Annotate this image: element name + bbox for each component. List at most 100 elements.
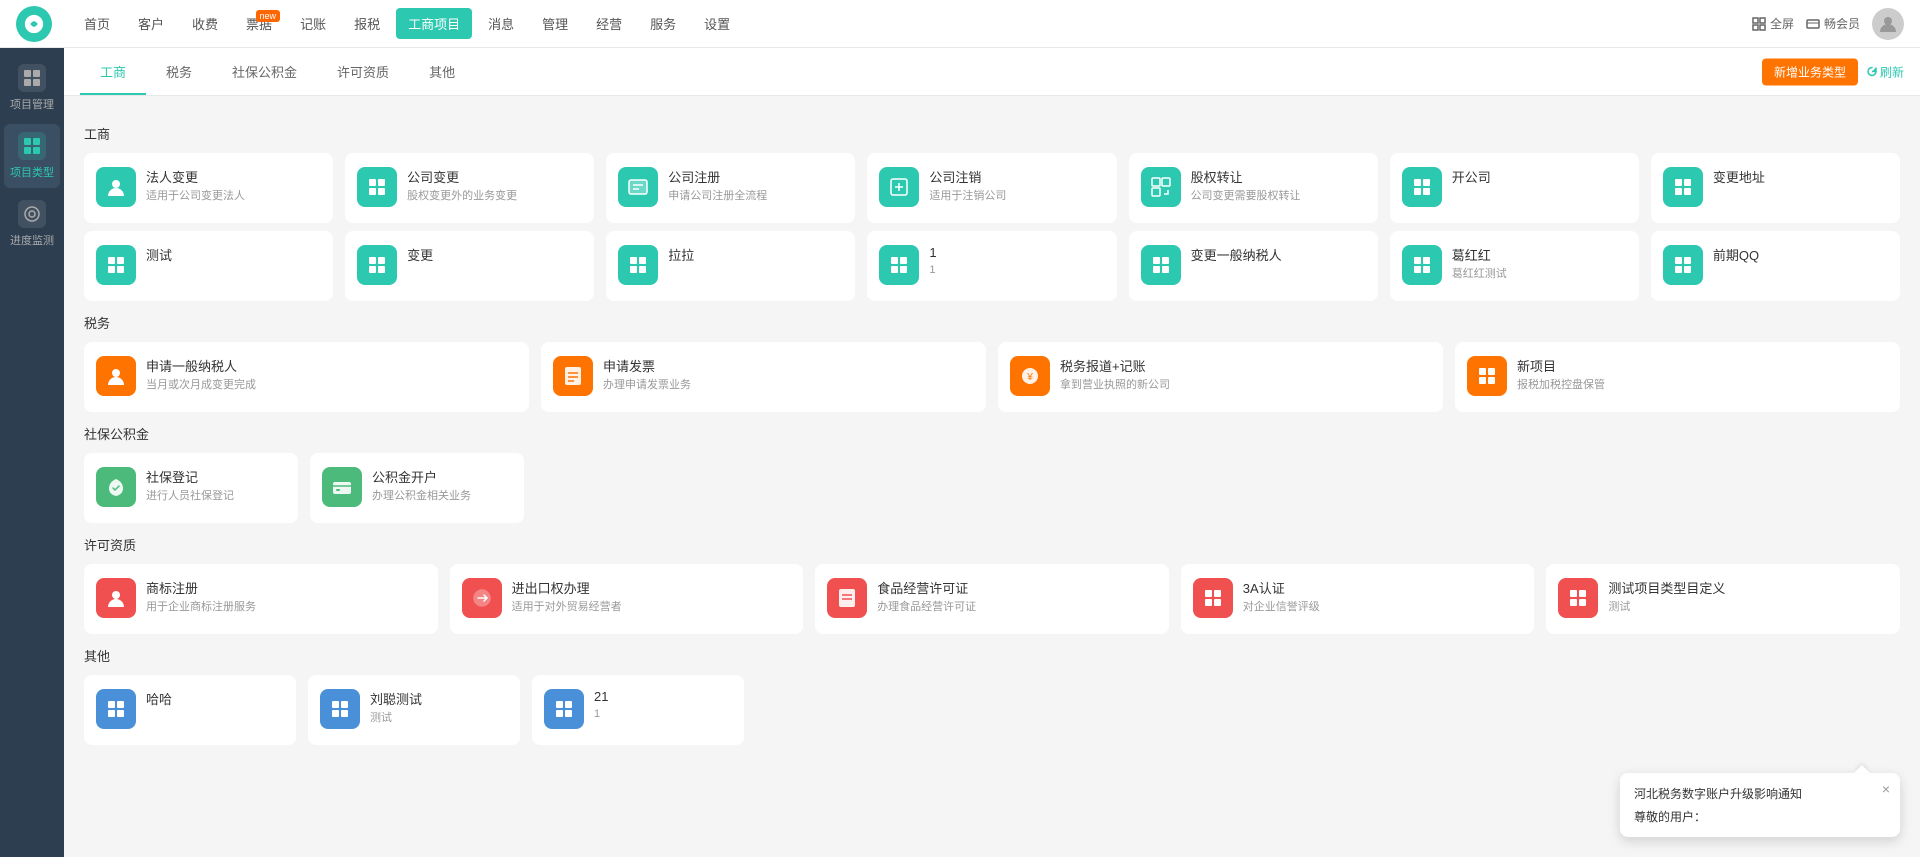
card-jinchukou[interactable]: 进出口权办理 适用于对外贸易经营者 [450,564,804,634]
nav-settings[interactable]: 设置 [692,8,742,39]
card-shenqing-nashui[interactable]: 申请一般纳税人 当月或次月成变更完成 [84,342,529,412]
sidebar: 项目管理 项目类型 进度监测 [0,48,64,857]
card-gongsi-zhuce[interactable]: 公司注册 申请公司注册全流程 [606,153,855,223]
card-name: 社保登记 [146,467,286,486]
invoice-badge: new [256,10,281,22]
nav-service[interactable]: 服务 [638,8,688,39]
progress-icon [18,200,46,228]
card-desc: 测试 [1608,600,1888,615]
card-gongsi-zhuxiao[interactable]: 公司注销 适用于注销公司 [867,153,1116,223]
section-title-qita: 其他 [84,646,1900,665]
tab-xuke[interactable]: 许可资质 [317,48,409,95]
sidebar-item-project-manage[interactable]: 项目管理 [4,56,60,120]
card-biangeng-납税[interactable]: 变更一般纳税人 [1129,231,1378,301]
sidebar-item-project-type[interactable]: 项目类型 [4,124,60,188]
card-ceshi-xiangmu[interactable]: 测试项目类型目定义 测试 [1546,564,1900,634]
shebao-row: 社保登记 进行人员社保登记 公积金开户 办理公积金相关业务 [84,453,524,523]
card-guquan-zhuanrang[interactable]: 股权转让 公司变更需要股权转让 [1129,153,1378,223]
card-icon-3a [1193,578,1233,618]
tab-gongshang[interactable]: 工商 [80,48,146,95]
app-logo[interactable] [16,6,52,42]
card-faren-biangeng[interactable]: 法人变更 适用于公司变更法人 [84,153,333,223]
gongshang-row1: 法人变更 适用于公司变更法人 公司变更 股权变更外的业务变更 [84,153,1900,223]
nav-billing[interactable]: 收费 [180,8,230,39]
qita-row: 哈哈 刘聪测试 测试 [84,675,744,745]
fullscreen-label: 全屏 [1770,15,1794,32]
card-desc: 对企业信誉评级 [1243,600,1523,615]
card-biangeng2[interactable]: 变更 [345,231,594,301]
card-name: 变更地址 [1713,167,1888,186]
card-name: 新项目 [1517,356,1888,375]
card-icon-biangeng2 [357,245,397,285]
user-avatar[interactable] [1872,8,1904,40]
card-name: 法人变更 [146,167,321,186]
refresh-button[interactable]: 刷新 [1866,63,1904,80]
nav-message[interactable]: 消息 [476,8,526,39]
card-shangbiao-zhuce[interactable]: 商标注册 用于企业商标注册服务 [84,564,438,634]
card-icon-faren [96,167,136,207]
card-desc: 办理公积金相关业务 [372,489,512,504]
card-desc: 办理食品经营许可证 [877,600,1157,615]
card-icon-shuiwu-baodao: ¥ [1010,356,1050,396]
card-3a-renzheng[interactable]: 3A认证 对企业信誉评级 [1181,564,1535,634]
card-icon-shangbiao [96,578,136,618]
card-num1[interactable]: 1 1 [867,231,1116,301]
add-type-button[interactable]: 新增业务类型 [1762,58,1858,85]
card-ceshi[interactable]: 测试 [84,231,333,301]
member-button[interactable]: 畅会员 [1806,15,1860,32]
card-name: 测试 [146,245,321,264]
tab-qita[interactable]: 其他 [409,48,475,95]
card-name: 刘聪测试 [370,689,508,708]
tab-shebao[interactable]: 社保公积金 [212,48,317,95]
nav-home[interactable]: 首页 [72,8,122,39]
card-desc: 当月或次月成变更完成 [146,378,517,393]
tabs-actions: 新增业务类型 刷新 [1762,58,1904,85]
sidebar-label-progress: 进度监测 [10,232,54,248]
card-lala[interactable]: 拉拉 [606,231,855,301]
card-name: 变更 [407,245,582,264]
card-kai-gongsi[interactable]: 开公司 [1390,153,1639,223]
card-xin-xiangmu[interactable]: 新项目 报税加税控盘保管 [1455,342,1900,412]
tab-shuiwu[interactable]: 税务 [146,48,212,95]
nav-business[interactable]: 经营 [584,8,634,39]
card-name: 公司注销 [929,167,1104,186]
card-shipin-xuke[interactable]: 食品经营许可证 办理食品经营许可证 [815,564,1169,634]
card-qianqi-qq[interactable]: 前期QQ [1651,231,1900,301]
card-icon-21 [544,689,584,729]
nav-tax[interactable]: 报税 [342,8,392,39]
card-gehonghong[interactable]: 葛红红 葛红红测试 [1390,231,1639,301]
card-shuiwu-baodao[interactable]: ¥ 税务报道+记账 拿到营业执照的新公司 [998,342,1443,412]
card-desc: 葛红红测试 [1452,267,1627,282]
card-icon-kai-gongsi [1402,167,1442,207]
card-haha[interactable]: 哈哈 [84,675,296,745]
card-icon-zhuxiao [879,167,919,207]
card-shebao-dengji[interactable]: 社保登记 进行人员社保登记 [84,453,298,523]
card-desc: 1 [929,263,1104,278]
card-desc: 适用于注销公司 [929,189,1104,204]
card-shenqing-fapiao[interactable]: 申请发票 办理申请发票业务 [541,342,986,412]
fullscreen-button[interactable]: 全屏 [1752,15,1794,32]
nav-gongshang[interactable]: 工商项目 [396,8,472,39]
nav-accounting[interactable]: 记账 [288,8,338,39]
card-name: 税务报道+记账 [1060,356,1431,375]
card-name: 葛红红 [1452,245,1627,264]
nav-manage[interactable]: 管理 [530,8,580,39]
card-name: 前期QQ [1713,245,1888,264]
card-icon-shebao [96,467,136,507]
card-icon-zhuce [618,167,658,207]
card-gongsi-biangeng[interactable]: 公司变更 股权变更外的业务变更 [345,153,594,223]
card-liucong-ceshi[interactable]: 刘聪测试 测试 [308,675,520,745]
nav-invoice[interactable]: 票据 new [234,8,284,39]
card-gongjijin-kaihu[interactable]: 公积金开户 办理公积金相关业务 [310,453,524,523]
nav-customer[interactable]: 客户 [126,8,176,39]
card-icon-ceshi [96,245,136,285]
card-biangeng-dizhi[interactable]: 变更地址 [1651,153,1900,223]
card-name: 申请一般纳税人 [146,356,517,375]
nav-items: 首页 客户 收费 票据 new 记账 报税 工商项目 消息 管理 经营 服务 设… [72,8,1752,39]
card-21[interactable]: 21 1 [532,675,744,745]
card-icon-lala [618,245,658,285]
notification-close-button[interactable]: × [1882,781,1890,797]
sidebar-item-progress[interactable]: 进度监测 [4,192,60,256]
card-name: 变更一般纳税人 [1191,245,1366,264]
card-icon-liucong [320,689,360,729]
